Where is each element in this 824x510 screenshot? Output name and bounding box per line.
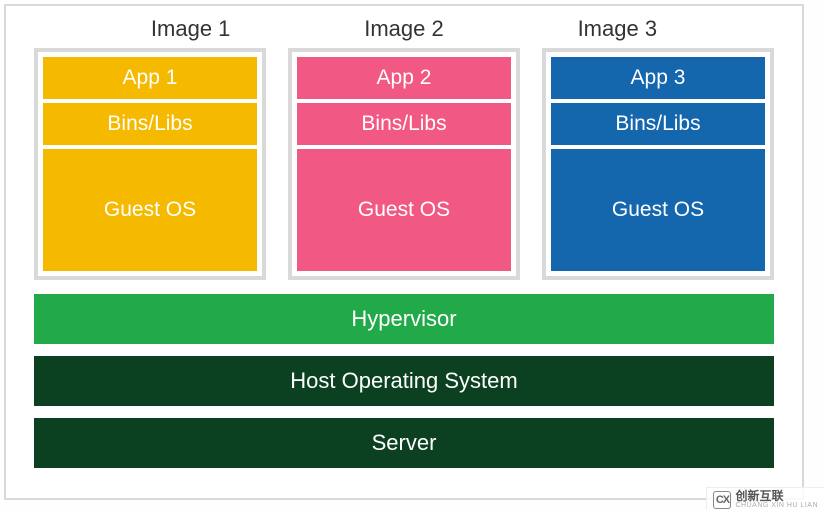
column-labels-row: Image 1 Image 2 Image 3 bbox=[34, 16, 774, 42]
server-layer: Server bbox=[34, 418, 774, 468]
app-box-1: App 1 bbox=[42, 56, 258, 100]
app-box-2: App 2 bbox=[296, 56, 512, 100]
guest-os-box-1: Guest OS bbox=[42, 148, 258, 272]
column-label-2: Image 2 bbox=[297, 16, 510, 42]
column-label-1: Image 1 bbox=[84, 16, 297, 42]
image-column-1: App 1 Bins/Libs Guest OS bbox=[34, 48, 266, 280]
bins-box-3: Bins/Libs bbox=[550, 102, 766, 146]
image-column-2: App 2 Bins/Libs Guest OS bbox=[288, 48, 520, 280]
hypervisor-layer: Hypervisor bbox=[34, 294, 774, 344]
guest-os-box-3: Guest OS bbox=[550, 148, 766, 272]
host-os-layer: Host Operating System bbox=[34, 356, 774, 406]
image-column-3: App 3 Bins/Libs Guest OS bbox=[542, 48, 774, 280]
column-label-3: Image 3 bbox=[511, 16, 724, 42]
watermark-main: 创新互联 bbox=[735, 490, 818, 502]
watermark: CX 创新互联 CHUANG XIN HU LIAN bbox=[706, 487, 824, 510]
bins-box-2: Bins/Libs bbox=[296, 102, 512, 146]
diagram-frame: Image 1 Image 2 Image 3 App 1 Bins/Libs … bbox=[4, 4, 804, 500]
app-box-3: App 3 bbox=[550, 56, 766, 100]
images-row: App 1 Bins/Libs Guest OS App 2 Bins/Libs… bbox=[34, 48, 774, 280]
watermark-text: 创新互联 CHUANG XIN HU LIAN bbox=[735, 490, 818, 509]
diagram-container: Image 1 Image 2 Image 3 App 1 Bins/Libs … bbox=[6, 6, 802, 498]
guest-os-box-2: Guest OS bbox=[296, 148, 512, 272]
bins-box-1: Bins/Libs bbox=[42, 102, 258, 146]
